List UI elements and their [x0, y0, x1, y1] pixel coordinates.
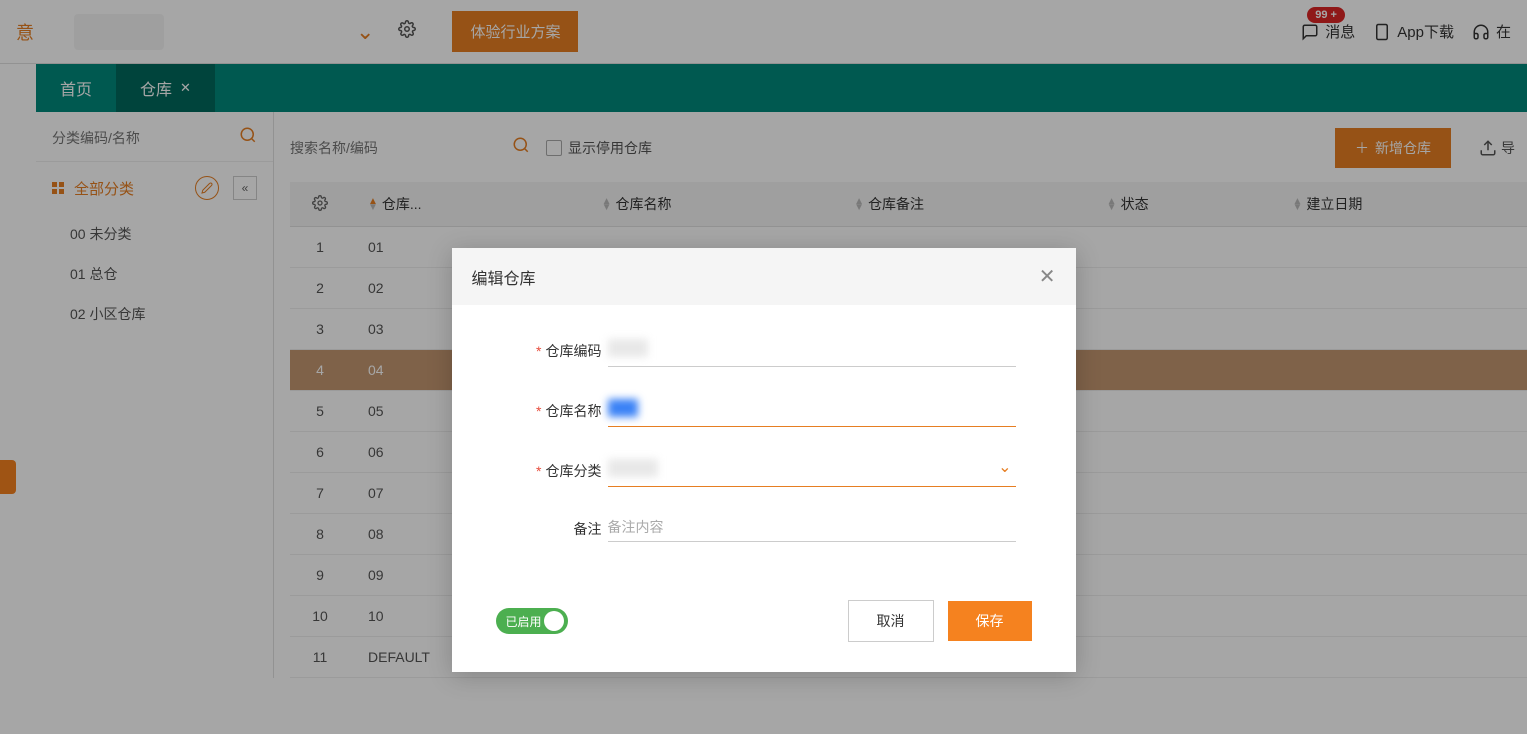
name-value-redacted — [608, 399, 638, 417]
remark-input-wrap — [608, 515, 1016, 542]
category-select[interactable]: ⌄ — [608, 455, 1016, 487]
code-input-wrap[interactable] — [608, 335, 1016, 367]
form-row-category: *仓库分类 ⌄ — [512, 455, 1016, 487]
modal-footer: 已启用 取消 保存 — [452, 590, 1076, 672]
modal-body: *仓库编码 *仓库名称 *仓库分类 ⌄ 备注 — [452, 305, 1076, 590]
form-row-code: *仓库编码 — [512, 335, 1016, 367]
enabled-toggle[interactable]: 已启用 — [496, 608, 568, 634]
name-label: *仓库名称 — [512, 401, 608, 421]
modal-close-button[interactable]: ✕ — [1039, 264, 1056, 289]
remark-label: 备注 — [512, 519, 608, 539]
edit-warehouse-modal: 编辑仓库 ✕ *仓库编码 *仓库名称 *仓库分类 ⌄ 备注 — [452, 248, 1076, 672]
toggle-knob — [544, 611, 564, 631]
code-value-redacted — [608, 339, 648, 357]
save-button[interactable]: 保存 — [948, 601, 1032, 641]
form-row-name: *仓库名称 — [512, 395, 1016, 427]
modal-backdrop: 编辑仓库 ✕ *仓库编码 *仓库名称 *仓库分类 ⌄ 备注 — [0, 0, 1527, 734]
category-value-redacted — [608, 459, 658, 477]
category-label: *仓库分类 — [512, 461, 608, 481]
cancel-button[interactable]: 取消 — [848, 600, 934, 642]
code-label: *仓库编码 — [512, 341, 608, 361]
modal-title: 编辑仓库 — [472, 265, 536, 289]
chevron-down-icon: ⌄ — [998, 457, 1011, 477]
form-row-remark: 备注 — [512, 515, 1016, 542]
name-input-wrap[interactable] — [608, 395, 1016, 427]
toggle-label: 已启用 — [506, 613, 542, 630]
modal-header: 编辑仓库 ✕ — [452, 248, 1076, 305]
remark-input[interactable] — [608, 519, 1016, 535]
